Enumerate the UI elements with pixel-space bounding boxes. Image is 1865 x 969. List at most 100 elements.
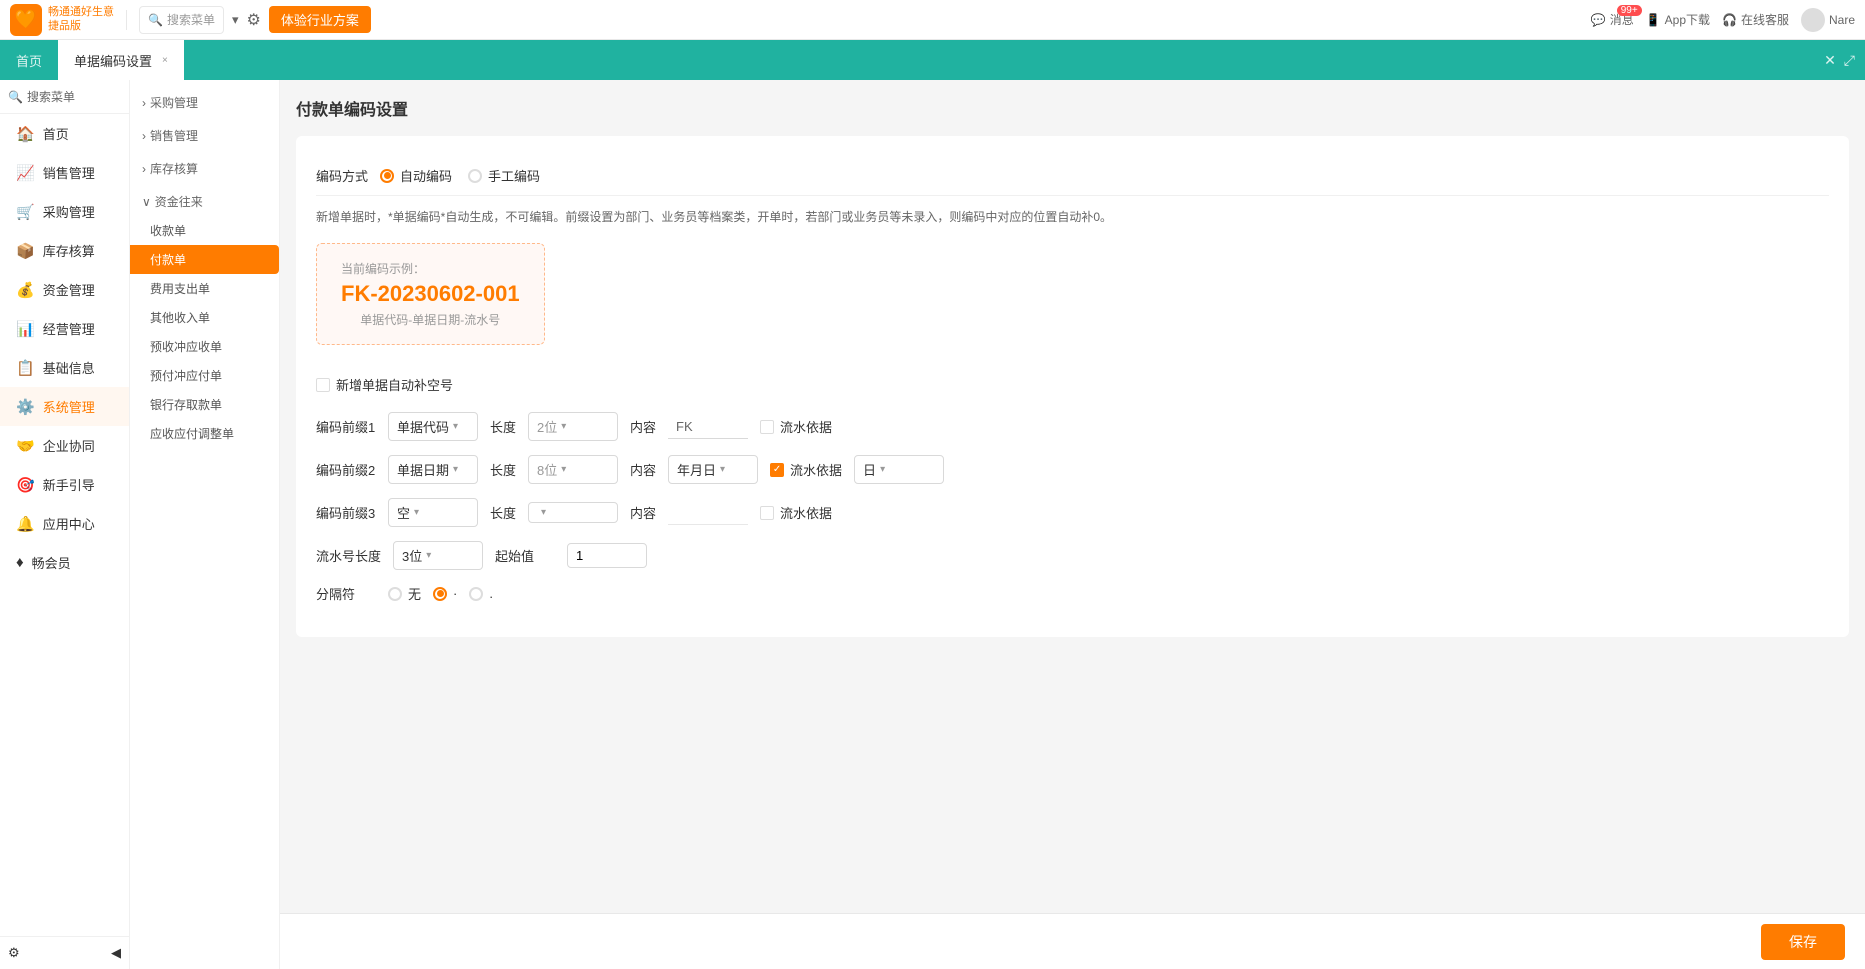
code-example: 当前编码示例： FK-20230602-001 单据代码-单据日期-流水号 xyxy=(316,243,545,345)
prefix2-flow-box[interactable]: ✓ xyxy=(770,463,784,477)
prefix2-value: 单据日期 xyxy=(397,460,449,479)
manual-encode-radio[interactable]: 手工编码 xyxy=(468,166,540,185)
prefix1-content-input xyxy=(668,415,748,439)
prefix1-content-label: 内容 xyxy=(630,417,656,436)
sidebar-purchase-label: 采购管理 xyxy=(43,202,95,221)
sub-item-pre-receipt[interactable]: 预收冲应收单 xyxy=(130,332,279,361)
prefix3-row: 编码前缀3 空 ▾ 长度 ▾ 内容 流水依据 xyxy=(316,498,1829,527)
sub-item-pre-payment[interactable]: 预付冲应付单 xyxy=(130,361,279,390)
sidebar-item-finance[interactable]: 💰 资金管理 xyxy=(0,270,129,309)
sidebar-item-basic[interactable]: 📋 基础信息 xyxy=(0,348,129,387)
app-download-button[interactable]: 📱 App下载 xyxy=(1646,11,1710,28)
prefix2-select[interactable]: 单据日期 ▾ xyxy=(388,455,478,484)
search-menu[interactable]: 🔍 搜索菜单 xyxy=(139,6,224,34)
prefix3-chevron: ▾ xyxy=(414,507,419,518)
sub-group-funds-title[interactable]: ∨ 资金往来 xyxy=(130,187,279,216)
sub-group-funds: ∨ 资金往来 收款单 付款单 费用支出单 其他收入单 预收冲应收单 预付冲应付单… xyxy=(130,187,279,448)
tab-encode-settings[interactable]: 单据编码设置 × xyxy=(58,40,184,80)
tabbar-actions: ✕ ⤢ xyxy=(1824,52,1865,69)
sub-item-receipt[interactable]: 收款单 xyxy=(130,216,279,245)
prefix1-length-select[interactable]: 2位 ▾ xyxy=(528,412,618,441)
sidebar-enterprise-label: 企业协同 xyxy=(43,436,95,455)
auto-encode-radio[interactable]: 自动编码 xyxy=(380,166,452,185)
topbar-dropdown[interactable]: ▾ xyxy=(232,12,239,28)
sub-item-bank[interactable]: 银行存取款单 xyxy=(130,390,279,419)
chevron-down-icon2: ∨ xyxy=(142,195,151,209)
sidebar-search-icon: 🔍 xyxy=(8,90,23,104)
sidebar-collapse-icon[interactable]: ◀ xyxy=(111,945,121,961)
prefix2-length-select[interactable]: 8位 ▾ xyxy=(528,455,618,484)
prefix2-content-select[interactable]: 年月日 ▾ xyxy=(668,455,758,484)
logo-icon: 🧡 xyxy=(10,4,42,36)
sidebar-operation-label: 经营管理 xyxy=(43,319,95,338)
sidebar-item-home[interactable]: 🏠 首页 xyxy=(0,114,129,153)
app-download-label: App下载 xyxy=(1665,11,1710,28)
content-area: 付款单编码设置 编码方式 自动编码 手工编码 xyxy=(280,80,1865,913)
serial-start-label: 起始值 xyxy=(495,546,555,565)
finance-icon: 💰 xyxy=(16,281,35,299)
prefix1-select[interactable]: 单据代码 ▾ xyxy=(388,412,478,441)
sub-item-adjustment[interactable]: 应收应付调整单 xyxy=(130,419,279,448)
expand-icon[interactable]: ⤢ xyxy=(1844,52,1855,69)
topbar-right: 💬 消息 99+ 📱 App下载 🎧 在线客服 Nare xyxy=(1591,8,1855,32)
sidebar-basic-label: 基础信息 xyxy=(43,358,95,377)
online-service-button[interactable]: 🎧 在线客服 xyxy=(1722,11,1789,28)
prefix1-label: 编码前缀1 xyxy=(316,417,376,436)
sidebar-item-sales[interactable]: 📈 销售管理 xyxy=(0,153,129,192)
user-info[interactable]: Nare xyxy=(1801,8,1855,32)
encode-method-row: 编码方式 自动编码 手工编码 xyxy=(316,156,1829,196)
enterprise-icon: 🤝 xyxy=(16,437,35,455)
chevron-right-icon: › xyxy=(142,96,146,110)
close-window-icon[interactable]: ✕ xyxy=(1824,52,1836,69)
prefix3-flow-box[interactable] xyxy=(760,506,774,520)
sub-group-sales: › 销售管理 xyxy=(130,121,279,150)
sep-none-radio[interactable]: 无 xyxy=(388,584,421,603)
chevron-right-icon3: › xyxy=(142,162,146,176)
message-badge: 99+ xyxy=(1617,5,1642,16)
prefix1-flow-box[interactable] xyxy=(760,420,774,434)
sep-dash-radio[interactable]: · xyxy=(433,586,457,601)
settings-icon[interactable]: ⚙ xyxy=(247,10,261,30)
sidebar-settings-icon[interactable]: ⚙ xyxy=(8,945,20,961)
sub-item-expense[interactable]: 费用支出单 xyxy=(130,274,279,303)
sub-group-inventory-title[interactable]: › 库存核算 xyxy=(130,154,279,183)
serial-length-select[interactable]: 3位 ▾ xyxy=(393,541,483,570)
tab-home[interactable]: 首页 xyxy=(0,40,58,80)
sidebar-item-guide[interactable]: 🎯 新手引导 xyxy=(0,465,129,504)
prefix2-length-chevron: ▾ xyxy=(561,464,566,475)
sidebar-item-operation[interactable]: 📊 经营管理 xyxy=(0,309,129,348)
message-button[interactable]: 💬 消息 99+ xyxy=(1591,11,1634,28)
serial-start-input[interactable] xyxy=(567,543,647,568)
sidebar-member-label: 畅会员 xyxy=(32,553,71,572)
sidebar-search[interactable]: 🔍 搜索菜单 xyxy=(0,80,129,114)
auto-encode-label: 自动编码 xyxy=(400,166,452,185)
sidebar-item-inventory[interactable]: 📦 库存核算 xyxy=(0,231,129,270)
auto-fill-box xyxy=(316,378,330,392)
sub-item-other-income[interactable]: 其他收入单 xyxy=(130,303,279,332)
sidebar-item-apps[interactable]: 🔔 应用中心 xyxy=(0,504,129,543)
sidebar-item-enterprise[interactable]: 🤝 企业协同 xyxy=(0,426,129,465)
prefix3-select[interactable]: 空 ▾ xyxy=(388,498,478,527)
save-button[interactable]: 保存 xyxy=(1761,924,1845,960)
sidebar-item-member[interactable]: ♦ 畅会员 xyxy=(0,543,129,582)
prefix3-length-select[interactable]: ▾ xyxy=(528,502,618,523)
auto-fill-checkbox[interactable]: 新增单据自动补空号 xyxy=(316,375,1829,394)
sidebar-inventory-label: 库存核算 xyxy=(43,241,95,260)
auto-fill-row: 新增单据自动补空号 xyxy=(316,375,1829,394)
app-icon: 📱 xyxy=(1646,13,1661,27)
prefix2-flow-unit-select[interactable]: 日 ▾ xyxy=(854,455,944,484)
prefix2-unit-chevron: ▾ xyxy=(880,464,885,475)
prefix2-content-chevron: ▾ xyxy=(720,464,725,475)
prefix2-flow-label: 流水依据 xyxy=(790,460,842,479)
sidebar-item-purchase[interactable]: 🛒 采购管理 xyxy=(0,192,129,231)
logo-text: 畅通通好生意 捷品版 xyxy=(48,6,114,32)
prefix1-length-value: 2位 xyxy=(537,417,557,436)
trial-button[interactable]: 体验行业方案 xyxy=(269,6,371,33)
sep-dot-radio[interactable]: . xyxy=(469,586,493,601)
save-bar: 保存 xyxy=(280,913,1865,969)
sidebar-item-system[interactable]: ⚙️ 系统管理 xyxy=(0,387,129,426)
sub-group-sales-title[interactable]: › 销售管理 xyxy=(130,121,279,150)
tab-close-icon[interactable]: × xyxy=(162,55,168,66)
sub-group-purchase-title[interactable]: › 采购管理 xyxy=(130,88,279,117)
sub-item-payment[interactable]: 付款单 xyxy=(130,245,279,274)
